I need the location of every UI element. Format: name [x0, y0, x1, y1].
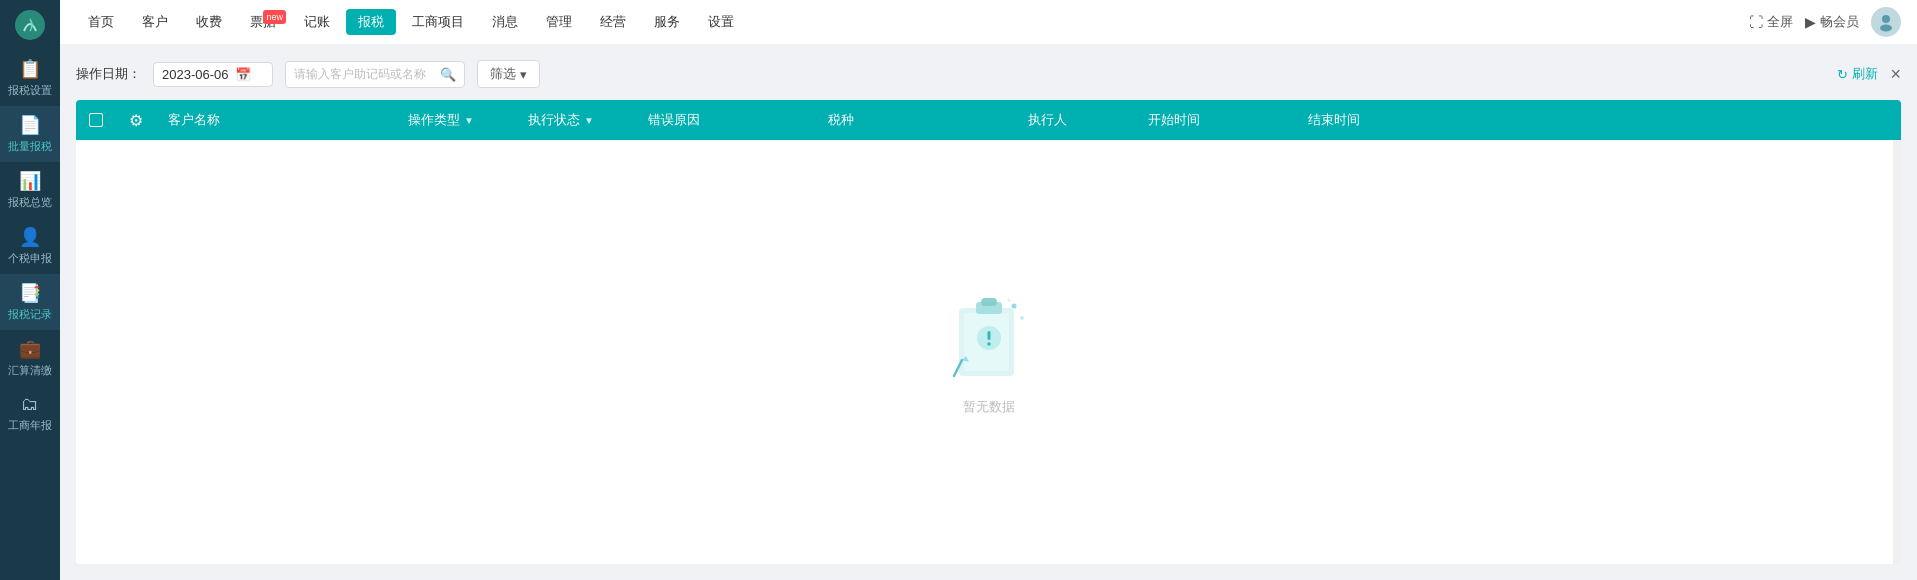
table-body-empty: 暂无数据	[76, 140, 1901, 564]
data-table: ⚙ 客户名称 操作类型 ▼ 执行状态 ▼ 错误原因 税种	[76, 100, 1901, 564]
avatar[interactable]	[1871, 7, 1901, 37]
sidebar-item-piliang-baoshui[interactable]: 📄 批量报税	[0, 106, 60, 162]
nav-jingying[interactable]: 经营	[588, 9, 638, 35]
date-label: 操作日期：	[76, 65, 141, 83]
sidebar-item-geshui-shenbao[interactable]: 👤 个税申报	[0, 218, 60, 274]
close-button[interactable]: ×	[1890, 65, 1901, 83]
th-start-time: 开始时间	[1136, 111, 1296, 129]
empty-text: 暂无数据	[963, 398, 1015, 416]
sidebar-item-gongshang-nianbao[interactable]: 🗂 工商年报	[0, 386, 60, 441]
filter-button[interactable]: 筛选 ▾	[477, 60, 540, 88]
nav-customer[interactable]: 客户	[130, 9, 180, 35]
new-badge: new	[263, 10, 286, 24]
sidebar: 📋 报税设置 📄 批量报税 📊 报税总览 👤 个税申报 📑 报税记录 💼 汇算清…	[0, 0, 60, 580]
sidebar-item-baoshui-jilu[interactable]: 📑 报税记录	[0, 274, 60, 330]
search-input[interactable]: 请输入客户助记码或名称 🔍	[285, 61, 465, 88]
nav-xiaoxi[interactable]: 消息	[480, 9, 530, 35]
baoshui-shezhi-icon: 📋	[19, 58, 41, 80]
svg-point-1	[1882, 15, 1890, 23]
sidebar-logo[interactable]	[0, 0, 60, 50]
sidebar-item-baoshui-zonglam[interactable]: 📊 报税总览	[0, 162, 60, 218]
topnav-right: ⛶ 全屏 ▶ 畅会员	[1749, 7, 1901, 37]
calendar-icon: 📅	[235, 67, 251, 82]
chevron-down-icon: ▾	[520, 67, 527, 82]
th-exec-status: 执行状态 ▼	[516, 111, 636, 129]
search-placeholder: 请输入客户助记码或名称	[294, 66, 426, 83]
svg-point-13	[1020, 316, 1024, 320]
nav-home[interactable]: 首页	[76, 9, 126, 35]
sidebar-item-baoshui-shezhi[interactable]: 📋 报税设置	[0, 50, 60, 106]
nav-baoshui[interactable]: 报税	[346, 9, 396, 35]
filter-arrow-status[interactable]: ▼	[584, 115, 594, 126]
nav-piaoju[interactable]: 票据 new	[238, 9, 288, 35]
main-area: 首页 客户 收费 票据 new 记账 报税 工商项目 消息 管理 经营 服务 设…	[60, 0, 1917, 580]
svg-point-14	[1007, 299, 1010, 302]
th-tax-type: 税种	[816, 111, 1016, 129]
th-error-reason: 错误原因	[636, 111, 816, 129]
content-area: 操作日期： 2023-06-06 📅 请输入客户助记码或名称 🔍 筛选 ▾ ↻ …	[60, 44, 1917, 580]
th-end-time: 结束时间	[1296, 111, 1456, 129]
member-button[interactable]: ▶ 畅会员	[1805, 13, 1859, 31]
piliang-baoshui-icon: 📄	[19, 114, 41, 136]
gear-icon[interactable]: ⚙	[129, 111, 143, 130]
table-header: ⚙ 客户名称 操作类型 ▼ 执行状态 ▼ 错误原因 税种	[76, 100, 1901, 140]
baoshui-zonglam-icon: 📊	[19, 170, 41, 192]
empty-illustration	[944, 288, 1034, 388]
huisuan-jiaona-icon: 💼	[19, 338, 41, 360]
top-nav: 首页 客户 收费 票据 new 记账 报税 工商项目 消息 管理 经营 服务 设…	[60, 0, 1917, 44]
filter-arrow-operation[interactable]: ▼	[464, 115, 474, 126]
select-all-checkbox[interactable]	[89, 113, 103, 127]
th-checkbox[interactable]	[76, 113, 116, 127]
sidebar-item-huisuan-jiaona[interactable]: 💼 汇算清缴	[0, 330, 60, 386]
th-operation-type: 操作类型 ▼	[396, 111, 516, 129]
nav-guanli[interactable]: 管理	[534, 9, 584, 35]
svg-rect-6	[981, 298, 997, 306]
gongshang-nianbao-icon: 🗂	[21, 394, 39, 415]
filter-label: 筛选	[490, 65, 516, 83]
fullscreen-button[interactable]: ⛶ 全屏	[1749, 13, 1793, 31]
th-customer-name: 客户名称	[156, 111, 396, 129]
nav-jizhang[interactable]: 记账	[292, 9, 342, 35]
video-icon: ▶	[1805, 14, 1816, 30]
svg-point-2	[1880, 25, 1892, 32]
nav-fuwu[interactable]: 服务	[642, 9, 692, 35]
refresh-button[interactable]: ↻ 刷新	[1837, 65, 1878, 83]
search-icon: 🔍	[440, 67, 456, 82]
th-gear[interactable]: ⚙	[116, 111, 156, 130]
svg-point-9	[987, 342, 991, 346]
svg-point-12	[1011, 304, 1016, 309]
toolbar-right: ↻ 刷新 ×	[1837, 65, 1901, 83]
nav-gongshang[interactable]: 工商项目	[400, 9, 476, 35]
th-executor: 执行人	[1016, 111, 1136, 129]
refresh-icon: ↻	[1837, 67, 1848, 82]
toolbar: 操作日期： 2023-06-06 📅 请输入客户助记码或名称 🔍 筛选 ▾ ↻ …	[76, 60, 1901, 88]
baoshui-jilu-icon: 📑	[19, 282, 41, 304]
svg-rect-8	[987, 331, 990, 340]
scrollbar-track[interactable]	[1893, 140, 1901, 564]
nav-shoufei[interactable]: 收费	[184, 9, 234, 35]
nav-shezhi[interactable]: 设置	[696, 9, 746, 35]
fullscreen-icon: ⛶	[1749, 14, 1763, 30]
date-input[interactable]: 2023-06-06 📅	[153, 62, 273, 87]
geshui-shenbao-icon: 👤	[19, 226, 41, 248]
